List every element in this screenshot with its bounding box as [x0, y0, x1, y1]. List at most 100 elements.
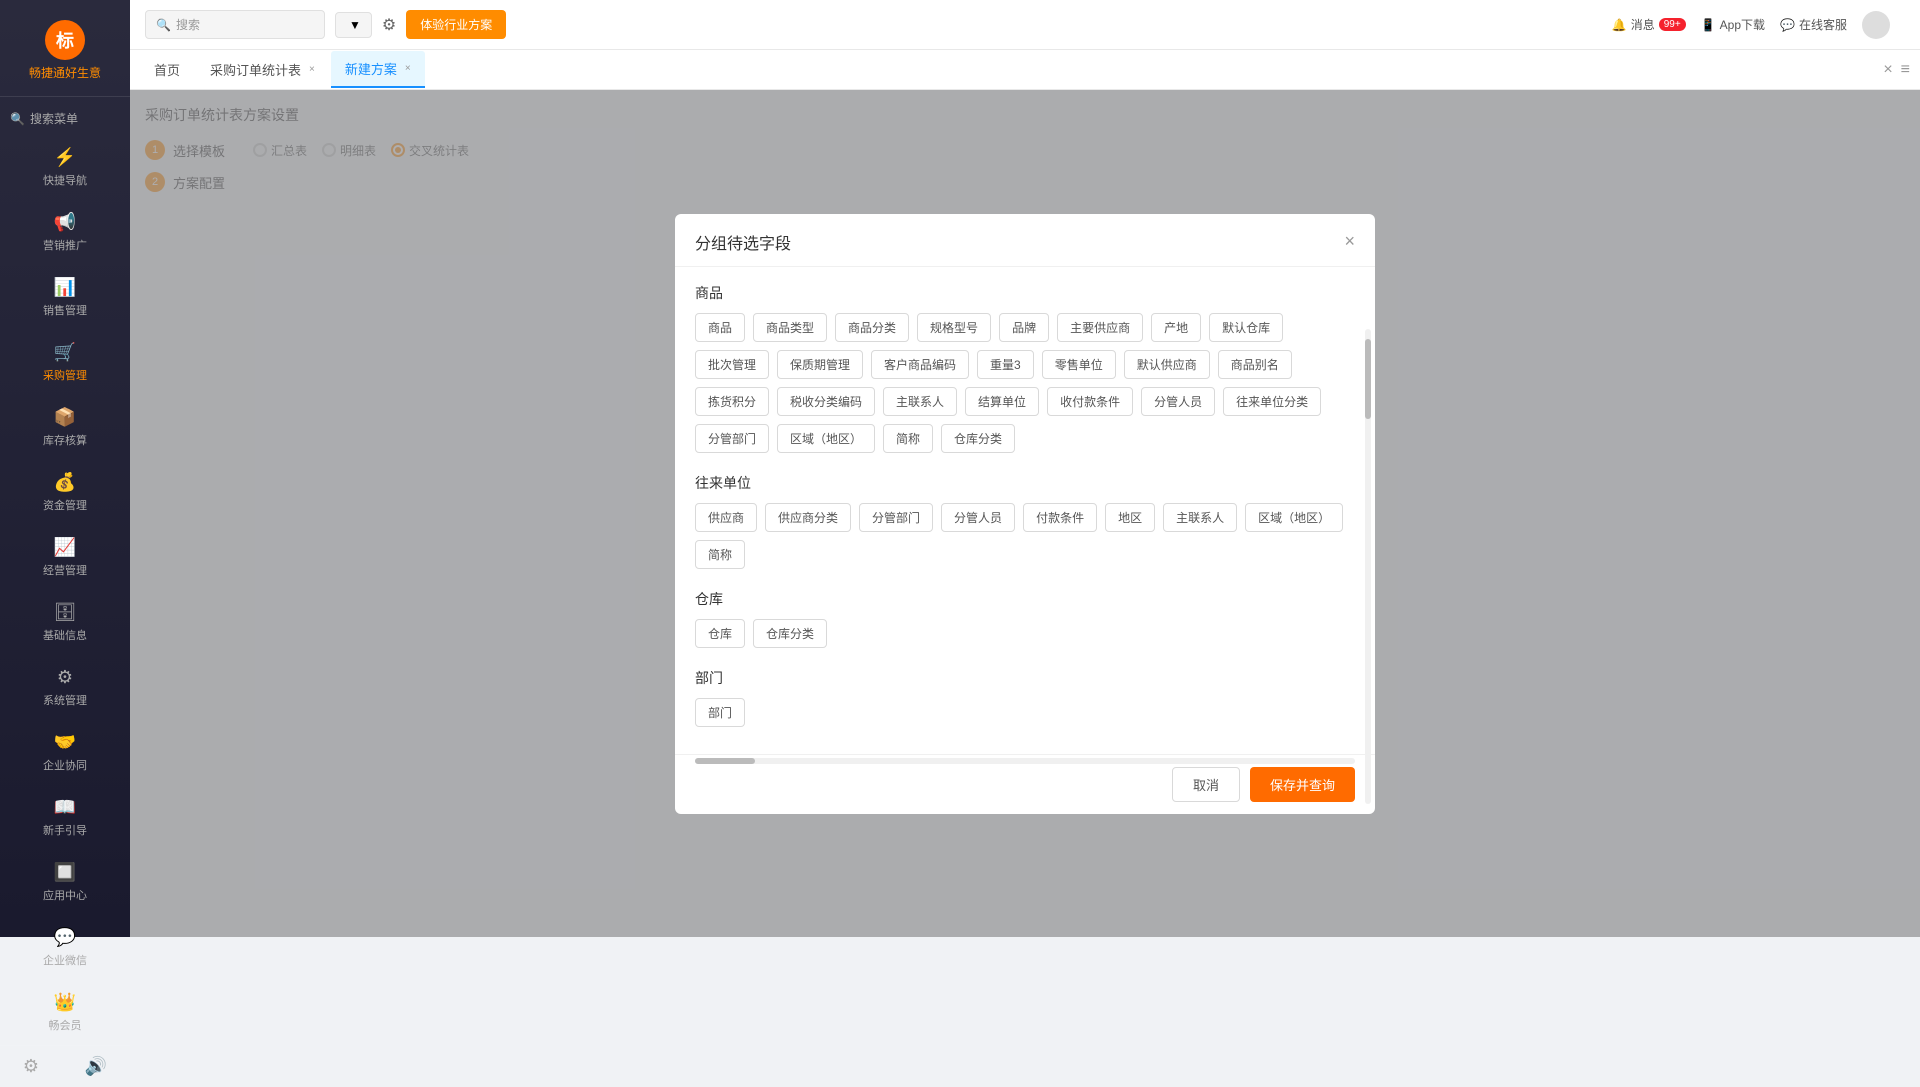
- field-tag-product-6[interactable]: 产地: [1151, 313, 1201, 342]
- chevron-down-icon: ▼: [349, 18, 361, 32]
- user-avatar[interactable]: [1862, 11, 1890, 39]
- field-tag-warehouse-0[interactable]: 仓库: [695, 619, 745, 648]
- field-tag-partner-5[interactable]: 地区: [1105, 503, 1155, 532]
- app-logo: 标 畅捷通好生意: [0, 10, 130, 97]
- field-tag-partner-3[interactable]: 分管人员: [941, 503, 1015, 532]
- sound-bottom-icon[interactable]: 🔊: [85, 1056, 107, 1077]
- tab-item-2[interactable]: 新建方案×: [331, 51, 425, 88]
- field-tag-product-7[interactable]: 默认仓库: [1209, 313, 1283, 342]
- tab-close-all[interactable]: ×: [1883, 61, 1892, 79]
- sidebar-item-xitong[interactable]: ⚙ 系统管理: [38, 655, 92, 720]
- field-tag-partner-4[interactable]: 付款条件: [1023, 503, 1097, 532]
- sidebar-item-weixin[interactable]: 💬 企业微信: [38, 915, 92, 980]
- field-tag-product-15[interactable]: 拣货积分: [695, 387, 769, 416]
- sidebar-item-caigou[interactable]: 🛒 采购管理: [38, 330, 92, 395]
- tab-item-0[interactable]: 首页: [140, 51, 194, 88]
- sidebar-label-yingyong: 应用中心: [43, 887, 87, 903]
- field-tag-product-11[interactable]: 重量3: [977, 350, 1034, 379]
- field-tag-partner-6[interactable]: 主联系人: [1163, 503, 1237, 532]
- field-tag-partner-7[interactable]: 区域（地区）: [1245, 503, 1343, 532]
- field-tag-product-5[interactable]: 主要供应商: [1057, 313, 1143, 342]
- search-box[interactable]: 🔍 搜索: [145, 10, 325, 39]
- field-tag-department-0[interactable]: 部门: [695, 698, 745, 727]
- sidebar-item-jichu[interactable]: 🗄 基础信息: [38, 590, 92, 655]
- sidebar-label-zijin: 资金管理: [43, 497, 87, 513]
- field-tag-product-24[interactable]: 简称: [883, 424, 933, 453]
- tab-label-1: 采购订单统计表: [210, 60, 301, 79]
- field-tag-product-17[interactable]: 主联系人: [883, 387, 957, 416]
- sidebar-item-qiye[interactable]: 🤝 企业协同: [38, 720, 92, 785]
- tab-close-1[interactable]: ×: [309, 64, 315, 75]
- sidebar-label-xitong: 系统管理: [43, 692, 87, 708]
- main-area: 🔍 搜索 ▼ ⚙ 体验行业方案 🔔 消息 99+ 📱 App下载: [130, 0, 1920, 937]
- section-title-partner: 往来单位: [695, 473, 1355, 493]
- sidebar-item-kuaijie[interactable]: ⚡ 快捷导航: [38, 135, 92, 200]
- settings-bottom-icon[interactable]: ⚙: [23, 1056, 39, 1077]
- tab-menu[interactable]: ≡: [1901, 61, 1910, 79]
- online-service-action[interactable]: 💬 在线客服: [1780, 16, 1847, 33]
- sidebar-icon-xinshou: 📖: [54, 797, 76, 818]
- header-right: 🔔 消息 99+ 📱 App下载 💬 在线客服: [1612, 11, 1905, 39]
- sidebar-search[interactable]: 🔍 搜索菜单: [0, 102, 130, 135]
- sidebar-icon-jichu: 🗄: [54, 602, 77, 623]
- logo-icon: 标: [45, 20, 85, 60]
- top-header: 🔍 搜索 ▼ ⚙ 体验行业方案 🔔 消息 99+ 📱 App下载: [130, 0, 1920, 50]
- field-tag-product-25[interactable]: 仓库分类: [941, 424, 1015, 453]
- sidebar-item-zijin[interactable]: 💰 资金管理: [38, 460, 92, 525]
- sidebar-item-jingying[interactable]: 📈 经营管理: [38, 525, 92, 590]
- save-query-button[interactable]: 保存并查询: [1250, 767, 1355, 802]
- field-tag-partner-1[interactable]: 供应商分类: [765, 503, 851, 532]
- field-tag-partner-0[interactable]: 供应商: [695, 503, 757, 532]
- tab-item-1[interactable]: 采购订单统计表 ×: [196, 51, 329, 88]
- sidebar-item-xinshou[interactable]: 📖 新手引导: [38, 785, 92, 850]
- field-tag-product-0[interactable]: 商品: [695, 313, 745, 342]
- field-tag-product-2[interactable]: 商品分类: [835, 313, 909, 342]
- cancel-button[interactable]: 取消: [1172, 767, 1240, 802]
- sidebar-item-huiyuan[interactable]: 👑 畅会员: [38, 980, 92, 1045]
- dialog-close-btn[interactable]: ×: [1344, 231, 1355, 252]
- notification-action[interactable]: 🔔 消息 99+: [1612, 16, 1686, 33]
- dialog-hscrollbar[interactable]: [695, 758, 1355, 764]
- dialog-section-warehouse: 仓库仓库仓库分类: [695, 589, 1355, 648]
- field-tag-product-22[interactable]: 分管部门: [695, 424, 769, 453]
- dialog-scrollbar[interactable]: [1365, 329, 1371, 804]
- field-tag-product-16[interactable]: 税收分类编码: [777, 387, 875, 416]
- field-tag-partner-8[interactable]: 简称: [695, 540, 745, 569]
- header-left: 🔍 搜索 ▼ ⚙ 体验行业方案: [145, 10, 506, 39]
- sidebar-label-weixin: 企业微信: [43, 952, 87, 968]
- field-tag-product-13[interactable]: 默认供应商: [1124, 350, 1210, 379]
- field-tag-product-10[interactable]: 客户商品编码: [871, 350, 969, 379]
- sidebar-item-kucun[interactable]: 📦 库存核算: [38, 395, 92, 460]
- field-tag-product-3[interactable]: 规格型号: [917, 313, 991, 342]
- field-tag-product-20[interactable]: 分管人员: [1141, 387, 1215, 416]
- app-download-action[interactable]: 📱 App下载: [1701, 16, 1765, 33]
- field-tag-product-1[interactable]: 商品类型: [753, 313, 827, 342]
- sidebar-label-yingxiao: 营销推广: [43, 237, 87, 253]
- field-tag-product-4[interactable]: 品牌: [999, 313, 1049, 342]
- sidebar-item-yingyong[interactable]: 🔲 应用中心: [38, 850, 92, 915]
- field-tag-product-9[interactable]: 保质期管理: [777, 350, 863, 379]
- dialog-body[interactable]: 商品商品商品类型商品分类规格型号品牌主要供应商产地默认仓库批次管理保质期管理客户…: [675, 267, 1375, 742]
- sidebar-item-yingxiao[interactable]: 📢 营销推广: [38, 200, 92, 265]
- field-tag-product-8[interactable]: 批次管理: [695, 350, 769, 379]
- experience-btn[interactable]: 体验行业方案: [406, 10, 506, 39]
- field-tag-partner-2[interactable]: 分管部门: [859, 503, 933, 532]
- sidebar-icon-yingyong: 🔲: [54, 862, 76, 883]
- field-tag-product-12[interactable]: 零售单位: [1042, 350, 1116, 379]
- sidebar-item-xiaoshou[interactable]: 📊 销售管理: [38, 265, 92, 330]
- dialog-hscrollbar-thumb: [695, 758, 755, 764]
- field-tags-warehouse: 仓库仓库分类: [695, 619, 1355, 648]
- field-tag-product-23[interactable]: 区域（地区）: [777, 424, 875, 453]
- tab-close-2[interactable]: ×: [405, 63, 411, 74]
- field-tag-product-19[interactable]: 收付款条件: [1047, 387, 1133, 416]
- field-tag-warehouse-1[interactable]: 仓库分类: [753, 619, 827, 648]
- settings-icon[interactable]: ⚙: [382, 15, 396, 35]
- field-tag-product-18[interactable]: 结算单位: [965, 387, 1039, 416]
- field-tag-product-14[interactable]: 商品别名: [1218, 350, 1292, 379]
- sidebar-label-xiaoshou: 销售管理: [43, 302, 87, 318]
- field-tag-product-21[interactable]: 往来单位分类: [1223, 387, 1321, 416]
- sidebar-label-kuaijie: 快捷导航: [43, 172, 87, 188]
- search-icon: 🔍: [10, 112, 25, 126]
- service-icon: 💬: [1780, 18, 1795, 32]
- dropdown-btn[interactable]: ▼: [335, 12, 372, 38]
